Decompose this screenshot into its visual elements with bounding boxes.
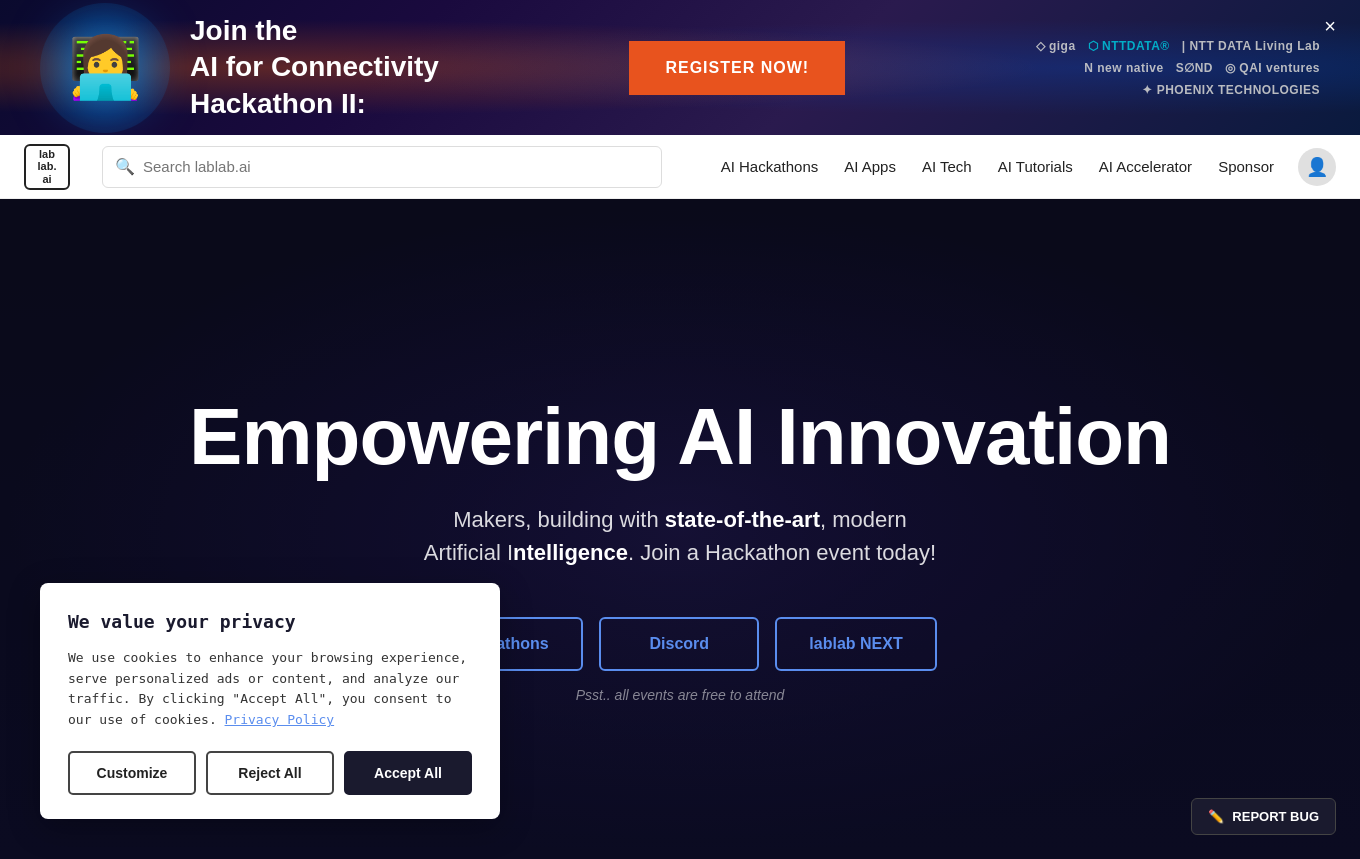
nav-links: AI Hackathons AI Apps AI Tech AI Tutoria… [711, 148, 1336, 186]
discord-button[interactable]: Discord [599, 617, 759, 671]
cookie-consent-banner: We value your privacy We use cookies to … [40, 583, 500, 819]
sponsor-nttdata-living: | NTT DATA Living Lab [1182, 39, 1320, 53]
nav-logo[interactable]: lablab.ai [24, 144, 70, 190]
register-now-button[interactable]: REGISTER NOW! [629, 41, 845, 95]
sponsor-sond: S∅ND [1176, 61, 1213, 75]
navbar: lablab.ai 🔍 AI Hackathons AI Apps AI Tec… [0, 135, 1360, 199]
report-bug-button[interactable]: ✏️ REPORT BUG [1191, 798, 1336, 835]
cookie-title: We value your privacy [68, 611, 472, 632]
banner: 👩‍💻 Join the AI for Connectivity Hackath… [0, 0, 1360, 135]
banner-center: REGISTER NOW! [629, 41, 845, 95]
hero-subtitle-suffix: . Join a Hackathon event today! [628, 540, 936, 565]
hero-subtitle-ai: Artificial I [424, 540, 513, 565]
accept-all-button[interactable]: Accept All [344, 751, 472, 795]
hero-subtitle-pre: Makers, building with [453, 507, 665, 532]
report-bug-label: REPORT BUG [1232, 809, 1319, 824]
nav-link-ai-accelerator[interactable]: AI Accelerator [1089, 150, 1202, 183]
search-input[interactable] [143, 158, 649, 175]
search-bar: 🔍 [102, 146, 662, 188]
sponsor-qai: ◎ QAI ventures [1225, 61, 1320, 75]
lablab-next-button[interactable]: lablab NEXT [775, 617, 936, 671]
cookie-buttons: Customize Reject All Accept All [68, 751, 472, 795]
sponsor-giga: ◇ giga [1036, 39, 1076, 53]
hero-subtitle-mid: , modern [820, 507, 907, 532]
nav-link-ai-apps[interactable]: AI Apps [834, 150, 906, 183]
hero-subtitle: Makers, building with state-of-the-art, … [330, 503, 1030, 569]
nav-link-ai-tutorials[interactable]: AI Tutorials [988, 150, 1083, 183]
banner-left: 👩‍💻 Join the AI for Connectivity Hackath… [40, 3, 439, 133]
customize-button[interactable]: Customize [68, 751, 196, 795]
nav-link-sponsor[interactable]: Sponsor [1208, 150, 1284, 183]
search-icon: 🔍 [115, 157, 135, 176]
hero-subtitle-bold: state-of-the-art [665, 507, 820, 532]
cookie-text: We use cookies to enhance your browsing … [68, 648, 472, 731]
sponsor-row-3: ✦ PHOENIX TECHNOLOGIES [1142, 83, 1320, 97]
nav-link-ai-hackathons[interactable]: AI Hackathons [711, 150, 829, 183]
sponsor-row-1: ◇ giga ⬡ NTTDATA® | NTT DATA Living Lab [1036, 39, 1320, 53]
hero-title: Empowering AI Innovation [40, 395, 1320, 479]
banner-sponsors: ◇ giga ⬡ NTTDATA® | NTT DATA Living Lab … [1036, 39, 1320, 97]
sponsor-phoenix: ✦ PHOENIX TECHNOLOGIES [1142, 83, 1320, 97]
privacy-policy-link[interactable]: Privacy Policy [225, 712, 335, 727]
banner-avatar-image: 👩‍💻 [40, 3, 170, 133]
nav-link-ai-tech[interactable]: AI Tech [912, 150, 982, 183]
sponsor-nttdata: ⬡ NTTDATA® [1088, 39, 1170, 53]
sponsor-row-2: N new native S∅ND ◎ QAI ventures [1084, 61, 1320, 75]
logo-box: lablab.ai [24, 144, 70, 190]
user-avatar-button[interactable]: 👤 [1298, 148, 1336, 186]
sponsor-new-native: N new native [1084, 61, 1163, 75]
hero-section: Empowering AI Innovation Makers, buildin… [0, 199, 1360, 859]
pencil-icon: ✏️ [1208, 809, 1224, 824]
banner-close-button[interactable]: × [1316, 12, 1344, 40]
banner-title: Join the AI for Connectivity Hackathon I… [190, 13, 439, 122]
reject-all-button[interactable]: Reject All [206, 751, 334, 795]
hero-subtitle-bold2: ntelligence [513, 540, 628, 565]
